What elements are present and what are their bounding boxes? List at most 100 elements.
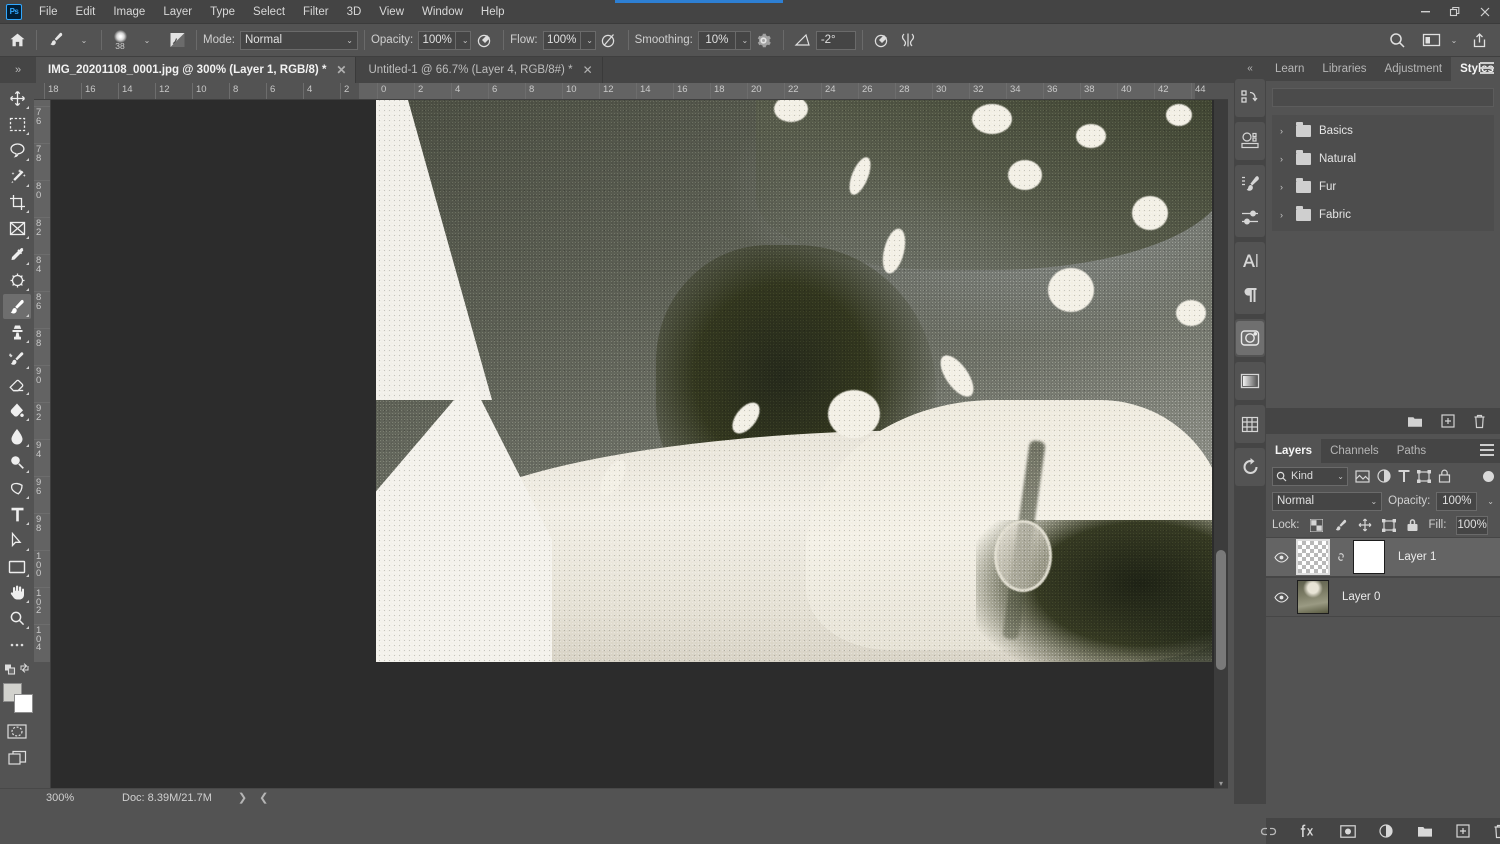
eraser-tool[interactable] [3, 372, 31, 397]
canvas-area[interactable] [51, 100, 1228, 790]
styles-search-input[interactable] [1272, 88, 1494, 107]
default-colors-and-swap[interactable] [3, 658, 31, 678]
smoothing-caret[interactable]: ⌄ [735, 30, 751, 50]
style-group-fabric[interactable]: › Fabric [1272, 201, 1494, 229]
filter-type-icon[interactable] [1398, 469, 1410, 483]
document-tab-img20201108[interactable]: IMG_20201108_0001.jpg @ 300% (Layer 1, R… [36, 57, 357, 83]
patterns-icon[interactable] [1236, 407, 1264, 441]
gradient-tool[interactable] [3, 398, 31, 423]
pen-tool[interactable] [3, 476, 31, 501]
move-tool[interactable] [3, 86, 31, 111]
menu-help[interactable]: Help [472, 1, 514, 23]
crop-tool[interactable] [3, 190, 31, 215]
panel-menu-icon[interactable] [1480, 444, 1494, 456]
layer-name[interactable]: Layer 0 [1342, 591, 1380, 603]
chevron-right-icon[interactable]: › [1280, 154, 1288, 164]
filter-adjustment-icon[interactable] [1377, 469, 1391, 483]
share-icon[interactable] [1466, 28, 1492, 52]
pressure-size-toggle-icon[interactable] [869, 28, 895, 52]
chevron-right-icon[interactable]: › [1280, 182, 1288, 192]
menu-select[interactable]: Select [244, 1, 294, 23]
minimize-button[interactable] [1410, 0, 1440, 24]
edit-toolbar-more-icon[interactable] [3, 632, 31, 657]
workspace-icon[interactable] [1418, 28, 1444, 52]
zoom-tool[interactable] [3, 606, 31, 631]
document-tab-untitled1[interactable]: Untitled-1 @ 66.7% (Layer 4, RGB/8#) * ✕ [356, 57, 603, 83]
tab-paths[interactable]: Paths [1388, 439, 1435, 463]
close-icon[interactable]: ✕ [336, 63, 346, 77]
spot-healing-brush-tool[interactable] [3, 268, 31, 293]
symmetry-icon[interactable] [895, 28, 921, 52]
camera-raw-icon[interactable] [1236, 321, 1264, 355]
paragraph-icon[interactable] [1236, 278, 1264, 312]
brush-settings-panel-icon[interactable] [164, 28, 190, 52]
layer-blend-mode-select[interactable]: Normal ⌄ [1272, 491, 1383, 511]
brushes-icon[interactable] [1236, 167, 1264, 201]
quick-mask-icon[interactable] [3, 719, 31, 744]
vertical-ruler[interactable]: 76 78 80 82 84 86 88 90 92 94 96 98 100 … [34, 100, 51, 790]
menu-file[interactable]: File [30, 1, 67, 23]
path-selection-tool[interactable] [3, 528, 31, 553]
hand-tool[interactable] [3, 580, 31, 605]
lock-artboard-icon[interactable] [1381, 518, 1396, 532]
chevron-down-icon[interactable]: ⌄ [1487, 497, 1494, 506]
mask-link-icon[interactable] [1336, 550, 1346, 564]
eyedropper-tool[interactable] [3, 242, 31, 267]
scrollbar-thumb[interactable] [1216, 550, 1226, 670]
menu-filter[interactable]: Filter [294, 1, 338, 23]
flow-input[interactable]: 100% [542, 30, 581, 50]
history-brush-tool[interactable] [3, 346, 31, 371]
style-group-natural[interactable]: › Natural [1272, 145, 1494, 173]
blur-tool[interactable] [3, 424, 31, 449]
restore-button[interactable] [1440, 0, 1470, 24]
lock-image-icon[interactable] [1333, 518, 1348, 533]
lock-position-icon[interactable] [1358, 518, 1372, 532]
color-swatches[interactable] [2, 683, 33, 713]
screen-mode-icon[interactable] [3, 745, 31, 770]
tab-channels[interactable]: Channels [1321, 439, 1388, 463]
menu-3d[interactable]: 3D [338, 1, 371, 23]
history-states-icon[interactable] [1236, 81, 1264, 115]
search-icon[interactable] [1384, 28, 1410, 52]
zoom-level-input[interactable]: 300% [40, 789, 96, 806]
menu-image[interactable]: Image [104, 1, 154, 23]
opacity-caret[interactable]: ⌄ [456, 30, 472, 50]
magic-wand-tool[interactable] [3, 164, 31, 189]
layer-name[interactable]: Layer 1 [1398, 551, 1436, 563]
close-button[interactable] [1470, 0, 1500, 24]
character-icon[interactable] [1236, 244, 1264, 278]
tab-libraries[interactable]: Libraries [1313, 57, 1375, 81]
brush-preset-picker[interactable]: 38 [108, 30, 132, 50]
filter-kind-select[interactable]: Kind ⌄ [1272, 466, 1348, 486]
filter-shape-icon[interactable] [1417, 469, 1431, 483]
menu-edit[interactable]: Edit [67, 1, 105, 23]
workspace-caret[interactable]: ⌄ [1444, 28, 1460, 52]
filter-smart-object-icon[interactable] [1438, 469, 1451, 483]
style-group-fur[interactable]: › Fur [1272, 173, 1494, 201]
lasso-tool[interactable] [3, 138, 31, 163]
gradients-icon[interactable] [1236, 364, 1264, 398]
menu-layer[interactable]: Layer [154, 1, 201, 23]
history-icon[interactable] [1236, 450, 1264, 484]
tab-layers[interactable]: Layers [1266, 439, 1322, 463]
layer-row-layer0[interactable]: Layer 0 [1266, 577, 1500, 617]
lock-all-icon[interactable] [1406, 518, 1419, 532]
smoothing-options-gear-icon[interactable] [751, 28, 777, 52]
tab-adjustment[interactable]: Adjustment [1376, 57, 1452, 81]
layer-fill-input[interactable]: 100% [1456, 515, 1488, 535]
dodge-tool[interactable] [3, 450, 31, 475]
add-mask-icon[interactable] [1340, 824, 1356, 838]
tab-learn[interactable]: Learn [1266, 57, 1313, 81]
filter-toggle[interactable] [1483, 470, 1494, 482]
brush-angle-input[interactable]: -2° [815, 30, 856, 50]
layer-thumbnail[interactable] [1296, 539, 1330, 575]
brush-angle-icon[interactable] [790, 28, 816, 52]
brush-tool[interactable] [3, 294, 31, 319]
lock-transparent-icon[interactable] [1309, 518, 1323, 532]
close-icon[interactable]: ✕ [583, 63, 593, 77]
menu-view[interactable]: View [370, 1, 413, 23]
new-style-icon[interactable] [1441, 414, 1455, 428]
layer-row-layer1[interactable]: Layer 1 [1266, 537, 1500, 577]
new-layer-icon[interactable] [1456, 824, 1470, 838]
layer-visibility-icon[interactable] [1272, 551, 1290, 563]
